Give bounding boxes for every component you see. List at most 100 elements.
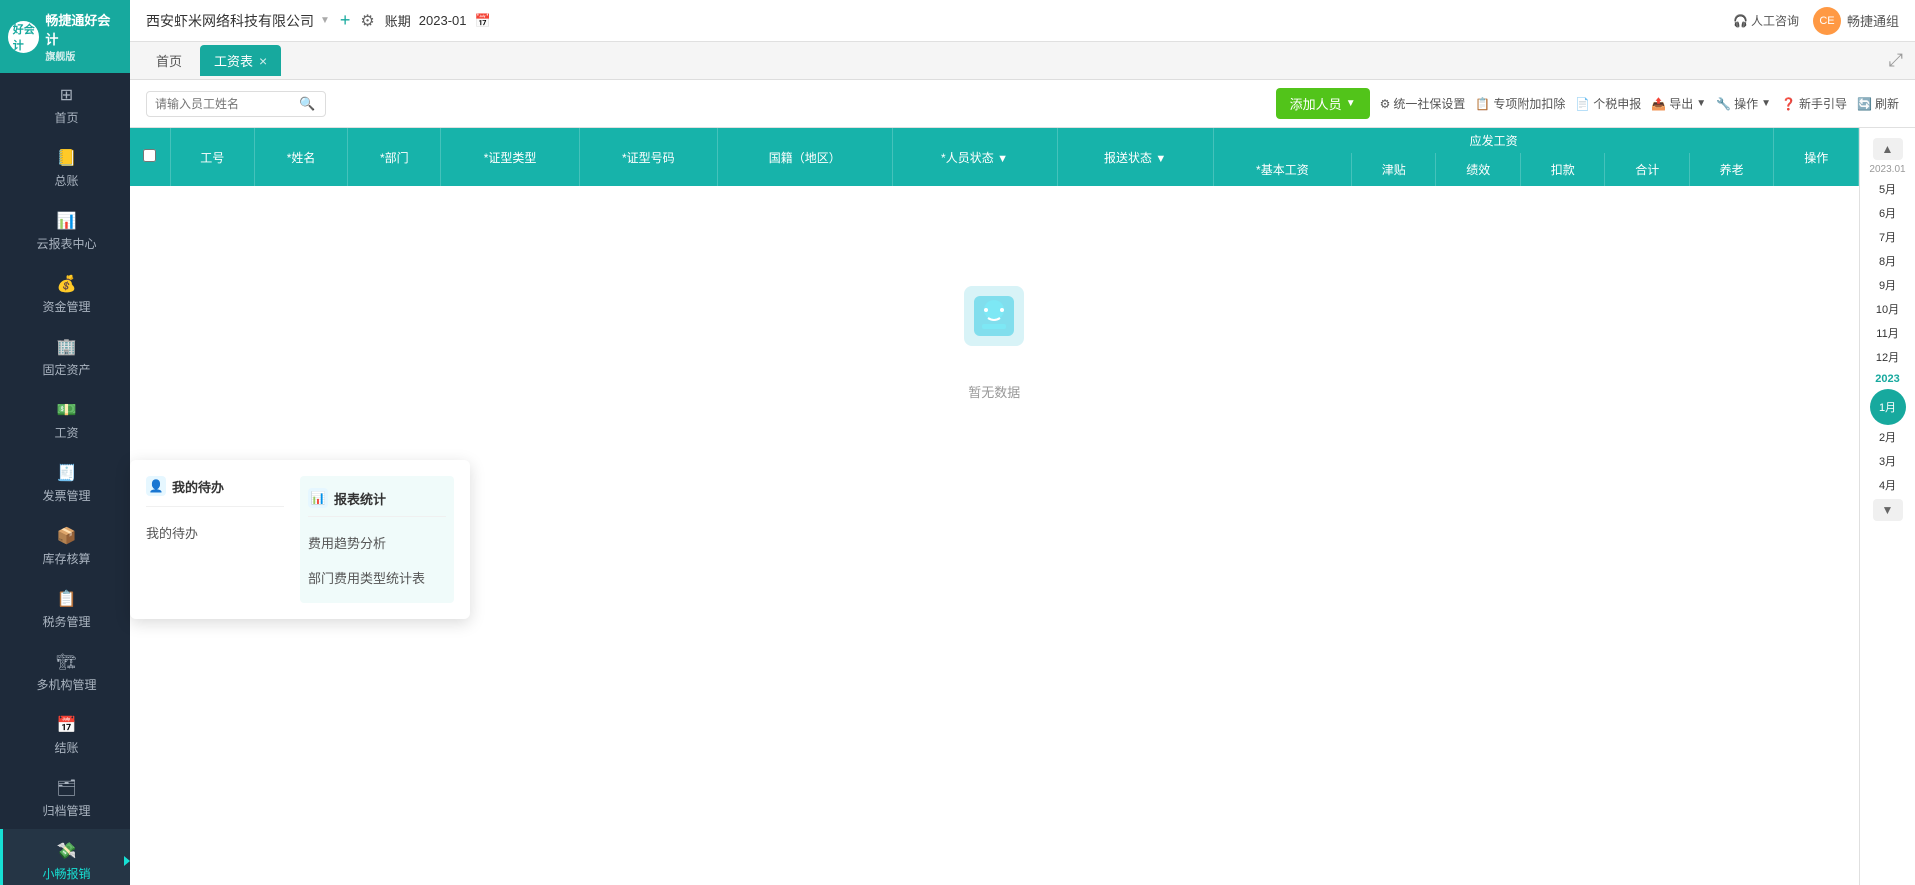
timeline-month-7[interactable]: 7月 xyxy=(1868,225,1908,249)
sidebar-label-funds: 资金管理 xyxy=(42,298,90,315)
empty-text: 暂无数据 xyxy=(968,382,1020,401)
sidebar-item-multi[interactable]: 🏗 多机构管理 xyxy=(0,640,130,703)
tab-home[interactable]: 首页 xyxy=(142,45,196,76)
th-checkbox[interactable] xyxy=(130,128,170,186)
empty-illustration xyxy=(944,266,1044,366)
sidebar-item-assets[interactable]: 🏢 固定资产 xyxy=(0,325,130,388)
add-company-button[interactable]: + xyxy=(340,10,351,31)
toolbar: 🔍 添加人员 ▼ ⚙ 统一社保设置 📋 专项附加扣除 📄 个税申报 📤 导出 xyxy=(130,80,1915,128)
sidebar-label-tax: 税务管理 xyxy=(42,613,90,630)
user-menu[interactable]: CE 畅捷通组 xyxy=(1813,7,1899,35)
timeline-month-10[interactable]: 10月 xyxy=(1868,297,1908,321)
company-name: 西安虾米网络科技有限公司 xyxy=(146,11,314,31)
tab-salary[interactable]: 工资表 × xyxy=(200,45,281,76)
filter-icon[interactable]: ▼ xyxy=(997,153,1008,165)
timeline-panel: ▲ 2023.01 5月 6月 7月 8月 9月 10月 11月 12月 202… xyxy=(1859,128,1915,885)
empty-state: 暂无数据 xyxy=(130,186,1859,481)
app-subtitle: 旗舰版 xyxy=(45,48,122,63)
th-num: 工号 xyxy=(170,128,254,186)
sidebar-label-home: 首页 xyxy=(54,109,78,126)
tax-report-button[interactable]: 📄 个税申报 xyxy=(1575,95,1641,112)
salary-table: 工号 *姓名 *部门 *证型类型 *证型号码 国籍（地区） *人员状态 ▼ 报送… xyxy=(130,128,1859,481)
th-base-salary: *基本工资 xyxy=(1213,153,1351,186)
export-button[interactable]: 📤 导出 ▼ xyxy=(1651,95,1706,112)
timeline-month-5[interactable]: 5月 xyxy=(1868,177,1908,201)
timeline-month-6[interactable]: 6月 xyxy=(1868,201,1908,225)
dropdown-item-cost-trend[interactable]: 费用趋势分析 xyxy=(308,525,446,560)
refresh-button[interactable]: 🔄 刷新 xyxy=(1857,95,1899,112)
sidebar-item-archive[interactable]: 🗂 归档管理 xyxy=(0,766,130,829)
app-name: 畅捷通好会计 xyxy=(45,10,122,48)
calendar-icon[interactable]: 📅 xyxy=(475,13,491,29)
timeline-month-11[interactable]: 11月 xyxy=(1868,321,1908,345)
tax-icon: 📋 xyxy=(57,589,77,609)
timeline-month-4[interactable]: 4月 xyxy=(1868,473,1908,497)
dropdown-right-header: 📊 报表统计 xyxy=(308,484,446,517)
select-all-checkbox[interactable] xyxy=(143,149,156,162)
dropdown-section: 👤 我的待办 我的待办 📊 报表统计 费用趋势分析 部门费用类型统计表 xyxy=(146,476,454,603)
sidebar-label-multi: 多机构管理 xyxy=(36,676,96,693)
multi-icon: 🏗 xyxy=(56,652,76,672)
company-selector[interactable]: 西安虾米网络科技有限公司 ▼ xyxy=(146,11,330,31)
support-button[interactable]: 🎧 人工咨询 xyxy=(1733,12,1799,29)
tab-close-icon[interactable]: × xyxy=(259,53,267,69)
sidebar-label-assets: 固定资产 xyxy=(42,361,90,378)
timeline-down-button[interactable]: ▼ xyxy=(1873,499,1903,521)
th-cert-no: *证型号码 xyxy=(579,128,717,186)
headset-icon: 🎧 xyxy=(1733,14,1748,28)
search-box: 🔍 xyxy=(146,91,326,117)
inventory-icon: 📦 xyxy=(57,526,77,546)
sidebar-item-inventory[interactable]: 📦 库存核算 xyxy=(0,514,130,577)
sidebar-label-archive: 归档管理 xyxy=(42,802,90,819)
th-dept: *部门 xyxy=(348,128,441,186)
sidebar-item-reports[interactable]: 📊 云报表中心 xyxy=(0,199,130,262)
sidebar-item-xiaochang[interactable]: 💸 小畅报销 xyxy=(0,829,130,885)
sidebar-item-invoice[interactable]: 🧾 发票管理 xyxy=(0,451,130,514)
th-deduct: 扣款 xyxy=(1520,153,1604,186)
deduction-button[interactable]: 📋 专项附加扣除 xyxy=(1475,95,1565,112)
export-icon: 📤 xyxy=(1651,97,1666,111)
export-arrow: ▼ xyxy=(1696,98,1706,109)
operation-button[interactable]: 🔧 操作 ▼ xyxy=(1716,95,1771,112)
search-icon[interactable]: 🔍 xyxy=(299,96,315,112)
logo-icon: 好会计 xyxy=(8,21,39,53)
topbar: 西安虾米网络科技有限公司 ▼ + ⚙ 账期 2023-01 📅 🎧 人工咨询 C… xyxy=(130,0,1915,42)
funds-icon: 💰 xyxy=(57,274,77,294)
sidebar: 好会计 畅捷通好会计 旗舰版 ⊞ 首页 📒 总账 📊 云报表中心 💰 资金管理 … xyxy=(0,0,130,885)
close-accounts-icon: 📅 xyxy=(57,715,77,735)
sidebar-item-home[interactable]: ⊞ 首页 xyxy=(0,73,130,136)
dropdown-item-dept-cost[interactable]: 部门费用类型统计表 xyxy=(308,560,446,595)
settings-icon[interactable]: ⚙ xyxy=(360,11,374,31)
newguide-button[interactable]: ❓ 新手引导 xyxy=(1781,95,1847,112)
timeline-month-9[interactable]: 9月 xyxy=(1868,273,1908,297)
sidebar-item-funds[interactable]: 💰 资金管理 xyxy=(0,262,130,325)
home-icon: ⊞ xyxy=(60,85,73,105)
dropdown-item-mytodo[interactable]: 我的待办 xyxy=(146,515,284,550)
assets-icon: 🏢 xyxy=(57,337,77,357)
timeline-up-button[interactable]: ▲ xyxy=(1873,138,1903,160)
app-logo: 好会计 畅捷通好会计 旗舰版 xyxy=(0,0,130,73)
th-report-status: 报送状态 ▼ xyxy=(1057,128,1213,186)
th-total: 合计 xyxy=(1605,153,1689,186)
maximize-icon[interactable]: ⤢ xyxy=(1889,50,1903,71)
sidebar-item-tax[interactable]: 📋 税务管理 xyxy=(0,577,130,640)
salary-icon: 💵 xyxy=(57,400,77,420)
search-input[interactable] xyxy=(155,97,295,111)
timeline-month-2[interactable]: 2月 xyxy=(1868,425,1908,449)
timeline-month-3[interactable]: 3月 xyxy=(1868,449,1908,473)
sidebar-item-salary[interactable]: 💵 工资 xyxy=(0,388,130,451)
timeline-month-12[interactable]: 12月 xyxy=(1868,345,1908,369)
sidebar-label-ledger: 总账 xyxy=(54,172,78,189)
sidebar-item-ledger[interactable]: 📒 总账 xyxy=(0,136,130,199)
timeline-year-2023: 2023 xyxy=(1875,373,1899,385)
social-security-button[interactable]: ⚙ 统一社保设置 xyxy=(1380,95,1466,112)
xiaochang-icon: 💸 xyxy=(57,841,77,861)
add-person-button[interactable]: 添加人员 ▼ xyxy=(1276,88,1370,119)
sidebar-label-reports: 云报表中心 xyxy=(36,235,96,252)
operation-arrow: ▼ xyxy=(1761,98,1771,109)
th-person-status: *人员状态 ▼ xyxy=(892,128,1057,186)
filter-icon2[interactable]: ▼ xyxy=(1155,153,1166,165)
timeline-month-1[interactable]: 1月 xyxy=(1870,389,1906,425)
timeline-month-8[interactable]: 8月 xyxy=(1868,249,1908,273)
sidebar-item-close[interactable]: 📅 结账 xyxy=(0,703,130,766)
